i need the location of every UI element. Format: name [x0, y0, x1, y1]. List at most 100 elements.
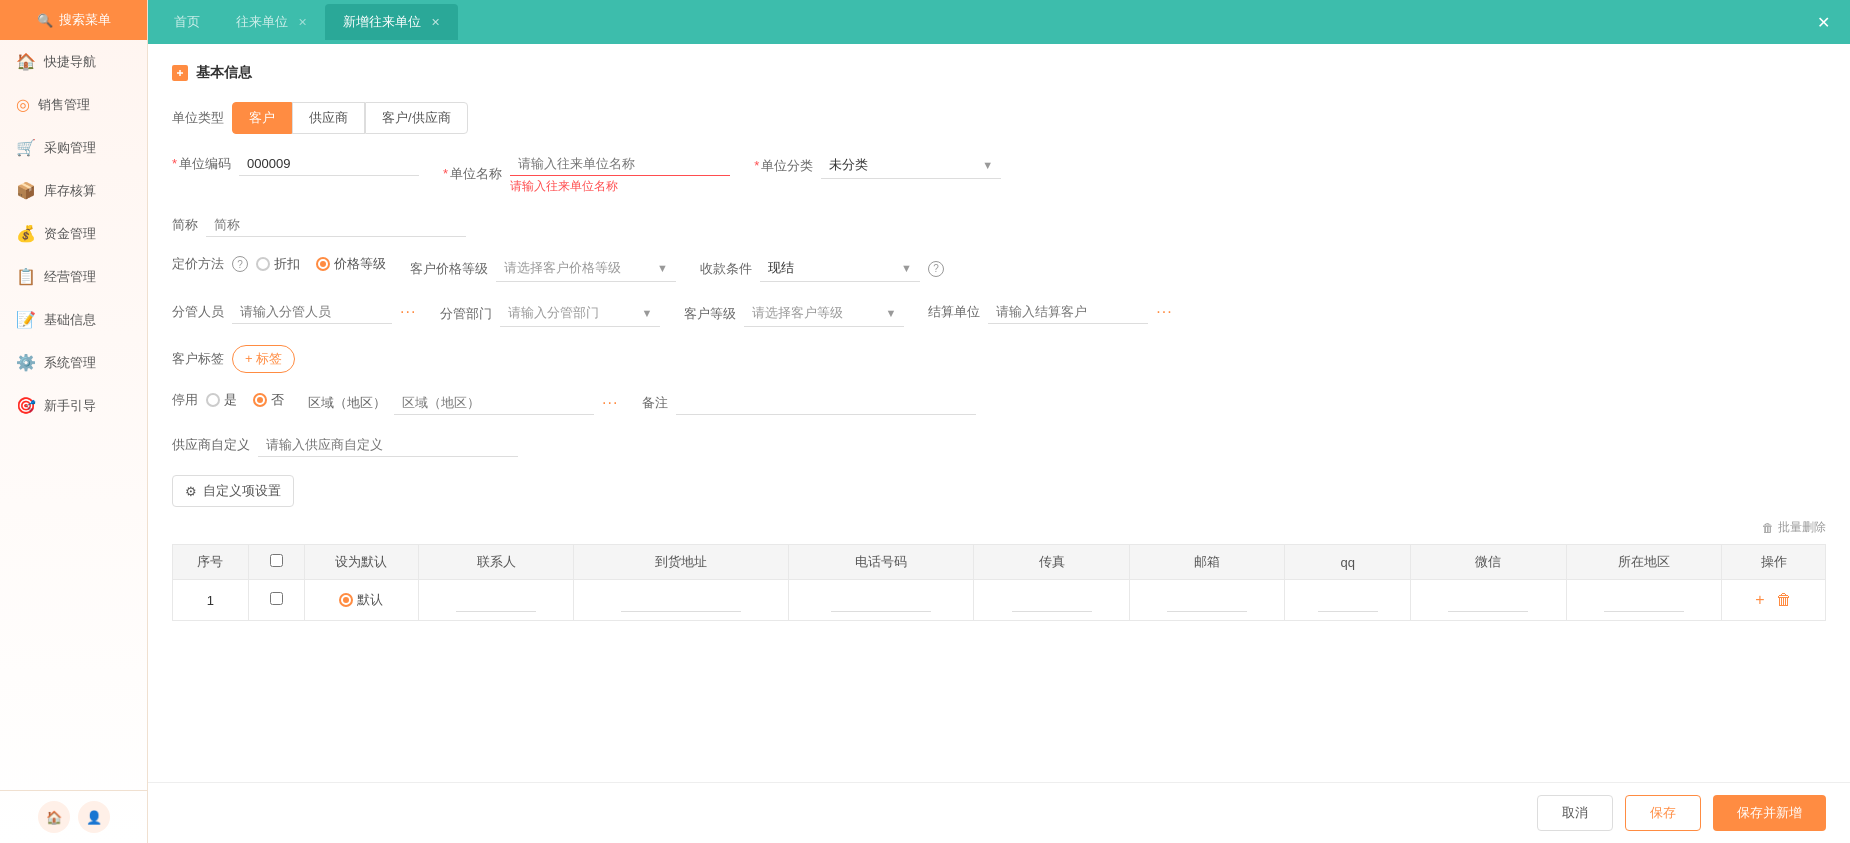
sidebar-item-label: 基础信息: [44, 311, 96, 329]
unit-type-buttons: 客户 供应商 客户/供应商: [232, 102, 468, 134]
row-add-button[interactable]: +: [1751, 589, 1768, 611]
save-button[interactable]: 保存: [1625, 795, 1701, 831]
row-default-label: 默认: [357, 591, 383, 609]
abbreviation-label: 简称: [172, 216, 198, 234]
contact-input[interactable]: [456, 588, 536, 612]
col-phone: 电话号码: [789, 545, 974, 580]
sidebar-item-inventory[interactable]: 📦 库存核算: [0, 169, 147, 212]
sidebar-user-btn[interactable]: 👤: [78, 801, 110, 833]
sidebar-search[interactable]: 🔍 搜索菜单: [0, 0, 147, 40]
unit-category-value: 未分类: [829, 156, 868, 174]
region-field: 区域（地区） ···: [308, 391, 618, 415]
customer-level-select[interactable]: 请选择客户等级 ▼: [744, 300, 904, 327]
payment-question-icon[interactable]: ?: [928, 261, 944, 277]
tab-bar-close-all[interactable]: ✕: [1805, 13, 1842, 32]
customer-price-level-placeholder: 请选择客户价格等级: [504, 259, 621, 277]
unit-code-input[interactable]: [239, 152, 419, 176]
settlement-unit-more-dots[interactable]: ···: [1156, 303, 1172, 321]
cancel-button[interactable]: 取消: [1537, 795, 1613, 831]
sidebar-item-operation[interactable]: 📋 经营管理: [0, 255, 147, 298]
sidebar-item-sales[interactable]: ◎ 销售管理: [0, 83, 147, 126]
pricing-radio-level[interactable]: 价格等级: [316, 255, 386, 273]
tab-home[interactable]: 首页: [156, 4, 218, 40]
remark-input[interactable]: [676, 391, 976, 415]
sidebar-home-btn[interactable]: 🏠: [38, 801, 70, 833]
unit-btn-customer[interactable]: 客户: [232, 102, 292, 134]
sidebar-item-purchase[interactable]: 🛒 采购管理: [0, 126, 147, 169]
sidebar-item-quick-nav[interactable]: 🏠 快捷导航: [0, 40, 147, 83]
disabled-radio-yes[interactable]: 是: [206, 391, 237, 409]
batch-delete-label[interactable]: 批量删除: [1778, 519, 1826, 536]
save-new-button[interactable]: 保存并新增: [1713, 795, 1826, 831]
unit-name-field: *单位名称 请输入往来单位名称: [443, 152, 730, 195]
sidebar-item-guide[interactable]: 🎯 新手引导: [0, 384, 147, 427]
col-checkbox: [248, 545, 304, 580]
row-delete-button[interactable]: 🗑: [1772, 589, 1796, 611]
unit-category-field: *单位分类 未分类 ▼: [754, 152, 1001, 179]
row-checkbox[interactable]: [270, 592, 283, 605]
row-default-radio[interactable]: 默认: [317, 591, 406, 609]
manager-label: 分管人员: [172, 303, 224, 321]
pricing-radio-discount[interactable]: 折扣: [256, 255, 300, 273]
pricing-method-field: 定价方法 ? 折扣 价格等级: [172, 255, 386, 273]
fax-input[interactable]: [1012, 588, 1092, 612]
custom-settings-button[interactable]: ⚙ 自定义项设置: [172, 475, 294, 507]
wechat-input[interactable]: [1448, 588, 1528, 612]
address-input[interactable]: [621, 588, 741, 612]
add-tag-button[interactable]: + 标签: [232, 345, 295, 373]
pricing-question-icon[interactable]: ?: [232, 256, 248, 272]
sidebar-item-finance[interactable]: 💰 资金管理: [0, 212, 147, 255]
sidebar-bottom: 🏠 👤: [0, 790, 147, 843]
email-input[interactable]: [1167, 588, 1247, 612]
supplier-custom-field: 供应商自定义: [172, 433, 518, 457]
unit-type-field: 单位类型 客户 供应商 客户/供应商: [172, 102, 468, 134]
unit-btn-both[interactable]: 客户/供应商: [365, 102, 468, 134]
manager-more-dots[interactable]: ···: [400, 303, 416, 321]
pricing-radio-level-circle: [316, 257, 330, 271]
manager-input[interactable]: [232, 300, 392, 324]
supplier-custom-input[interactable]: [258, 433, 518, 457]
unit-btn-supplier[interactable]: 供应商: [292, 102, 365, 134]
disabled-radio-no[interactable]: 否: [253, 391, 284, 409]
tab-new-counterparty-close[interactable]: ✕: [431, 16, 440, 29]
cell-fax: [974, 580, 1130, 621]
col-default: 设为默认: [304, 545, 418, 580]
payment-condition-field: 收款条件 现结 ▼ ?: [700, 255, 944, 282]
qq-input[interactable]: [1318, 588, 1378, 612]
sidebar-item-system[interactable]: ⚙️ 系统管理: [0, 341, 147, 384]
manager-row: 分管人员 ··· 分管部门 请输入分管部门 ▼ 客户等级 请选择客户等级 ▼ 结…: [172, 300, 1826, 327]
tab-counterparty-close[interactable]: ✕: [298, 16, 307, 29]
section-icon: [172, 65, 188, 81]
unit-info-row: *单位编码 *单位名称 请输入往来单位名称 *单位分类 未分类: [172, 152, 1826, 195]
cell-phone: [789, 580, 974, 621]
system-icon: ⚙️: [16, 353, 36, 372]
col-fax: 传真: [974, 545, 1130, 580]
settlement-unit-input[interactable]: [988, 300, 1148, 324]
tab-new-counterparty[interactable]: 新增往来单位 ✕: [325, 4, 458, 40]
pricing-radio-group: 折扣 价格等级: [256, 255, 386, 273]
sidebar-item-basic[interactable]: 📝 基础信息: [0, 298, 147, 341]
select-all-checkbox[interactable]: [270, 554, 283, 567]
region-input[interactable]: [394, 391, 594, 415]
unit-category-chevron: ▼: [982, 159, 993, 171]
phone-input[interactable]: [831, 588, 931, 612]
col-email: 邮箱: [1129, 545, 1285, 580]
unit-name-input[interactable]: [510, 152, 730, 176]
payment-condition-select[interactable]: 现结 ▼: [760, 255, 920, 282]
sidebar-search-label: 搜索菜单: [59, 11, 111, 29]
region-more-dots[interactable]: ···: [602, 394, 618, 412]
department-select[interactable]: 请输入分管部门 ▼: [500, 300, 660, 327]
cell-email: [1129, 580, 1285, 621]
location-input[interactable]: [1604, 588, 1684, 612]
unit-category-select[interactable]: 未分类 ▼: [821, 152, 1001, 179]
customer-tag-row: 客户标签 + 标签: [172, 345, 1826, 373]
cell-action: + 🗑: [1722, 580, 1826, 621]
col-qq: qq: [1285, 545, 1411, 580]
abbreviation-input[interactable]: [206, 213, 466, 237]
purchase-icon: 🛒: [16, 138, 36, 157]
tab-counterparty[interactable]: 往来单位 ✕: [218, 4, 325, 40]
supplier-custom-row: 供应商自定义: [172, 433, 1826, 457]
tab-bar: 首页 往来单位 ✕ 新增往来单位 ✕ ✕: [148, 0, 1850, 44]
customer-price-level-select[interactable]: 请选择客户价格等级 ▼: [496, 255, 676, 282]
customer-level-field: 客户等级 请选择客户等级 ▼: [684, 300, 904, 327]
